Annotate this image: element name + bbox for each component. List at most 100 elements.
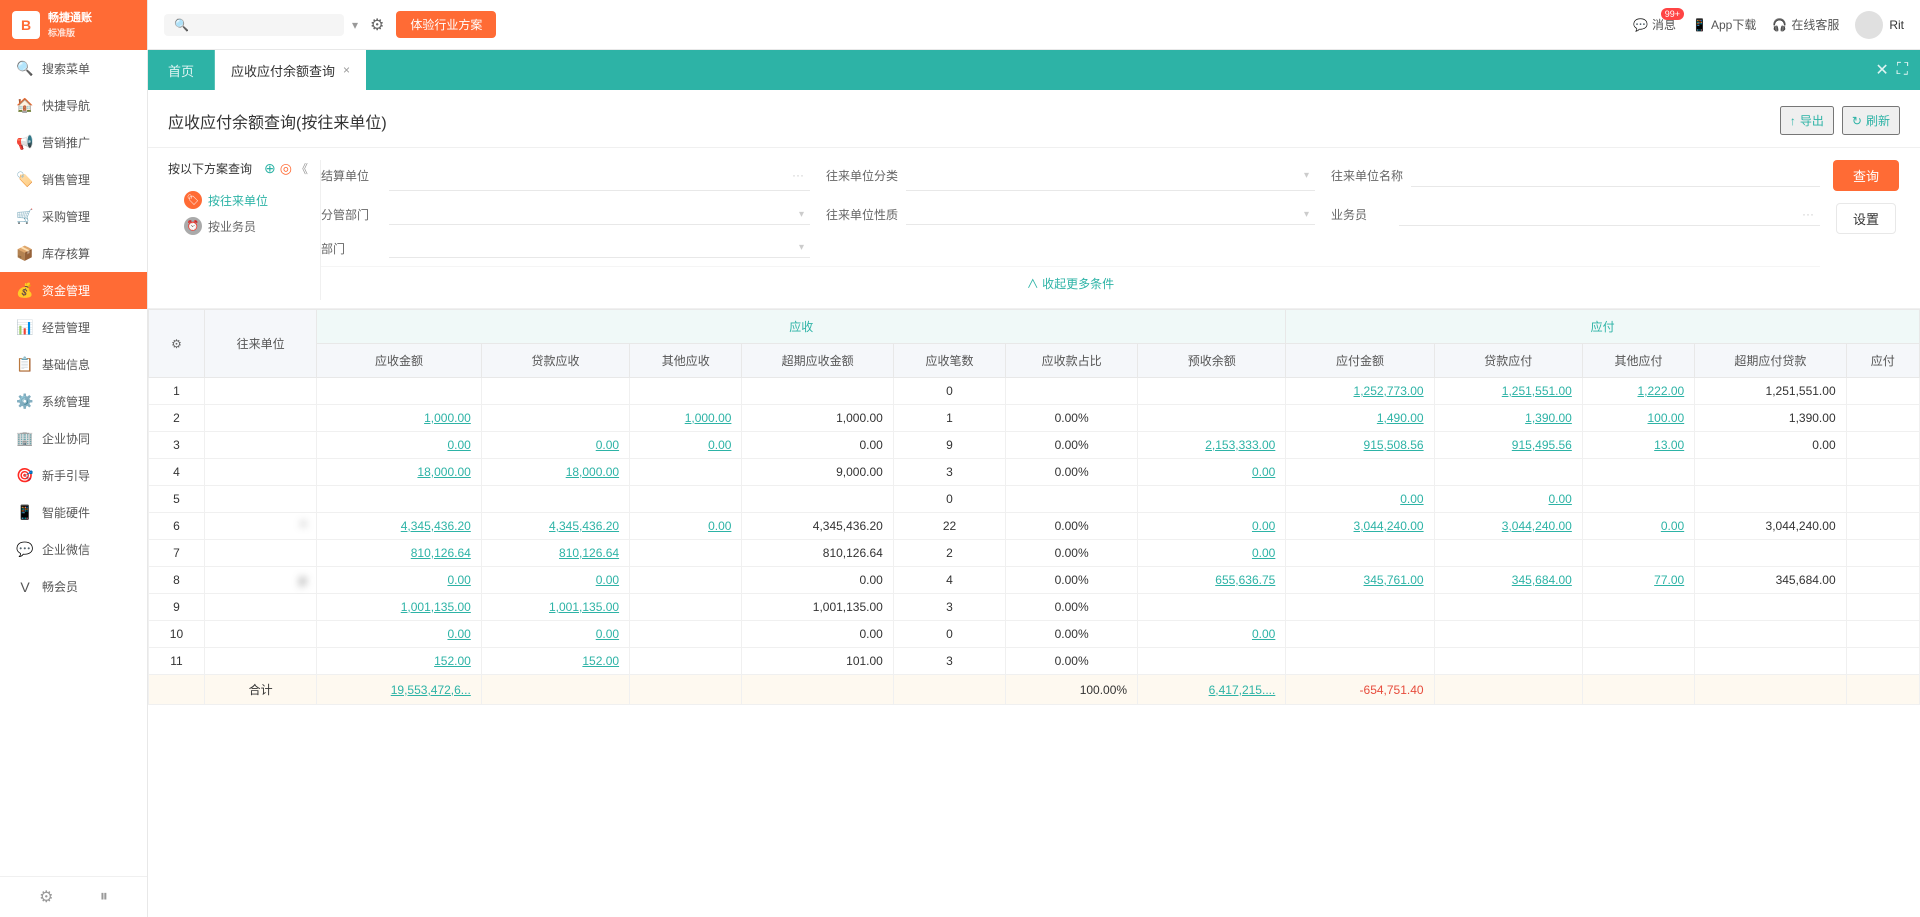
filter-section: 按以下方案查询 ⊕ ◎ 《 🏷 按往来单位 ⏰ 按业务员 [148,148,1920,309]
app-download-label: App下载 [1711,16,1756,33]
page-title: 应收应付余额查询(按往来单位) [168,109,387,133]
division-chevron-icon[interactable]: ▾ [799,242,804,253]
purchase-icon: 🛒 [16,208,34,225]
table-row: 8p0.000.000.0040.00%655,636.75345,761.00… [149,567,1920,594]
filter-select-salesperson[interactable]: ··· [1399,203,1820,226]
th-ap-loan: 贷款应付 [1434,344,1582,378]
sidebar-item-wechat[interactable]: 💬 企业微信 [0,531,147,568]
filter-item-unitname: 往来单位名称 [1331,160,1820,191]
operation-icon: 📊 [16,319,34,336]
scheme-unit-icon: 🏷 [184,191,202,209]
sidebar-item-search[interactable]: 🔍 搜索菜单 [0,50,147,87]
app-logo: B 畅捷通账 标准版 [0,0,147,50]
sidebar-item-finance[interactable]: 💰 资金管理 [0,272,147,309]
promo-button[interactable]: 体验行业方案 [396,11,496,38]
sidebar-item-marketing[interactable]: 📢 营销推广 [0,124,147,161]
finance-icon: 💰 [16,282,34,299]
salesperson-dots-icon[interactable]: ··· [1802,207,1814,221]
sidebar-label-inventory: 库存核算 [42,245,90,262]
category-chevron-icon[interactable]: ▾ [1304,170,1309,181]
hardware-icon: 📱 [16,504,34,521]
sidebar-item-enterprise[interactable]: 🏢 企业协同 [0,420,147,457]
filter-scheme-unit[interactable]: 🏷 按往来单位 [180,189,308,211]
sidebar-label-enterprise: 企业协同 [42,430,90,447]
sidebar-item-sales[interactable]: 🏷️ 销售管理 [0,161,147,198]
sidebar-item-system[interactable]: ⚙️ 系统管理 [0,383,147,420]
filter-select-category[interactable]: ▾ [906,160,1315,191]
sidebar-item-member[interactable]: V 畅会员 [0,568,147,605]
dept-chevron-icon[interactable]: ▾ [799,209,804,220]
collapse-more-btn[interactable]: ∧ 收起更多条件 [321,266,1820,300]
unitname-input[interactable] [1411,164,1820,187]
filter-scheme-staff[interactable]: ⏰ 按业务员 [180,215,308,237]
footer-prepay[interactable]: 6,417,215.... [1138,675,1286,705]
marketing-icon: 📢 [16,134,34,151]
th-ar-overdue: 超期应收金额 [742,344,893,378]
sidebar-item-purchase[interactable]: 🛒 采购管理 [0,198,147,235]
app-download-button[interactable]: 📱 App下载 [1692,16,1756,33]
th-ar-other: 其他应收 [630,344,742,378]
table-row: 11152.00152.00101.0030.00% [149,648,1920,675]
sidebar-label-hardware: 智能硬件 [42,504,90,521]
header-search-icon: 🔍 [174,18,189,32]
filter-select-division[interactable]: ▾ [389,238,810,258]
footer-no [149,675,205,705]
user-profile[interactable]: Rit [1855,11,1904,39]
footer-ar-other [630,675,742,705]
home-icon: 🏠 [16,97,34,114]
filter-add-button[interactable]: ⊕ [264,160,276,177]
sidebar-label-search: 搜索菜单 [42,60,90,77]
sidebar-bottom: ⚙ ⏸ [0,876,147,917]
settings-bottom-icon[interactable]: ⚙ [39,887,53,907]
sidebar-item-hardware[interactable]: 📱 智能硬件 [0,494,147,531]
header-search-box[interactable]: 🔍 [164,14,344,36]
tab-home[interactable]: 首页 [148,50,215,90]
sidebar-label-guide: 新手引导 [42,467,90,484]
service-label: 在线客服 [1791,16,1839,33]
category-input[interactable] [912,164,1300,186]
sidebar-item-guide[interactable]: 🎯 新手引导 [0,457,147,494]
table-settings-icon[interactable]: ⚙ [171,337,182,351]
system-icon: ⚙️ [16,393,34,410]
filter-row-3: 部门 ▾ [321,238,1820,258]
settlement-dots-icon[interactable]: ··· [792,168,804,182]
wechat-icon: 💬 [16,541,34,558]
online-service-button[interactable]: 🎧 在线客服 [1772,16,1839,33]
sidebar-item-inventory[interactable]: 📦 库存核算 [0,235,147,272]
filter-actions: 查询 设置 [1820,160,1900,300]
footer-ar-amt[interactable]: 19,553,472,6... [317,675,482,705]
filter-row-1: 结算单位 ··· 往来单位分类 ▾ [321,160,1820,191]
filter-collapse-button[interactable]: 《 [296,160,308,177]
filter-select-dept[interactable]: ▾ [389,205,810,225]
query-button[interactable]: 查询 [1833,160,1899,191]
tab-close-window-icon[interactable]: ✕ [1875,60,1888,80]
page-actions: ↑ 导出 ↻ 刷新 [1780,106,1900,135]
header-chevron-icon[interactable]: ▾ [352,18,358,32]
settlement-input[interactable] [395,164,788,186]
scheme-staff-icon: ⏰ [184,217,202,235]
filter-select-nature[interactable]: ▾ [906,205,1315,225]
data-table: ⚙ 往来单位 应收 应付 应收金额 贷款应收 其他应收 超期应收金额 应收笔数 … [148,309,1920,705]
th-ap-rest: 应付 [1846,344,1919,378]
search-icon: 🔍 [16,60,34,77]
nature-chevron-icon[interactable]: ▾ [1304,209,1309,220]
export-button[interactable]: ↑ 导出 [1780,106,1834,135]
setting-button[interactable]: 设置 [1836,203,1896,234]
sidebar-item-operation[interactable]: 📊 经营管理 [0,309,147,346]
messages-button[interactable]: 💬 消息 99+ [1633,16,1676,33]
table-row: 21,000.001,000.001,000.0010.00%1,490.001… [149,405,1920,432]
th-ap-amount: 应付金额 [1286,344,1434,378]
user-name: Rit [1889,18,1904,32]
refresh-button[interactable]: ↻ 刷新 [1842,106,1900,135]
collapse-sidebar-icon[interactable]: ⏸ [100,888,108,906]
header-gear-icon[interactable]: ⚙ [370,15,384,35]
sidebar-item-nav[interactable]: 🏠 快捷导航 [0,87,147,124]
filter-label-settlement: 结算单位 [321,167,381,184]
tab-active[interactable]: 应收应付余额查询 × [215,50,366,90]
export-icon: ↑ [1790,114,1796,128]
filter-input-settlement[interactable]: ··· [389,160,810,191]
filter-circle-button[interactable]: ◎ [280,160,292,177]
sidebar-item-basic[interactable]: 📋 基础信息 [0,346,147,383]
tab-close-icon[interactable]: × [343,63,350,77]
tab-expand-icon[interactable]: ⛶ [1897,61,1908,79]
